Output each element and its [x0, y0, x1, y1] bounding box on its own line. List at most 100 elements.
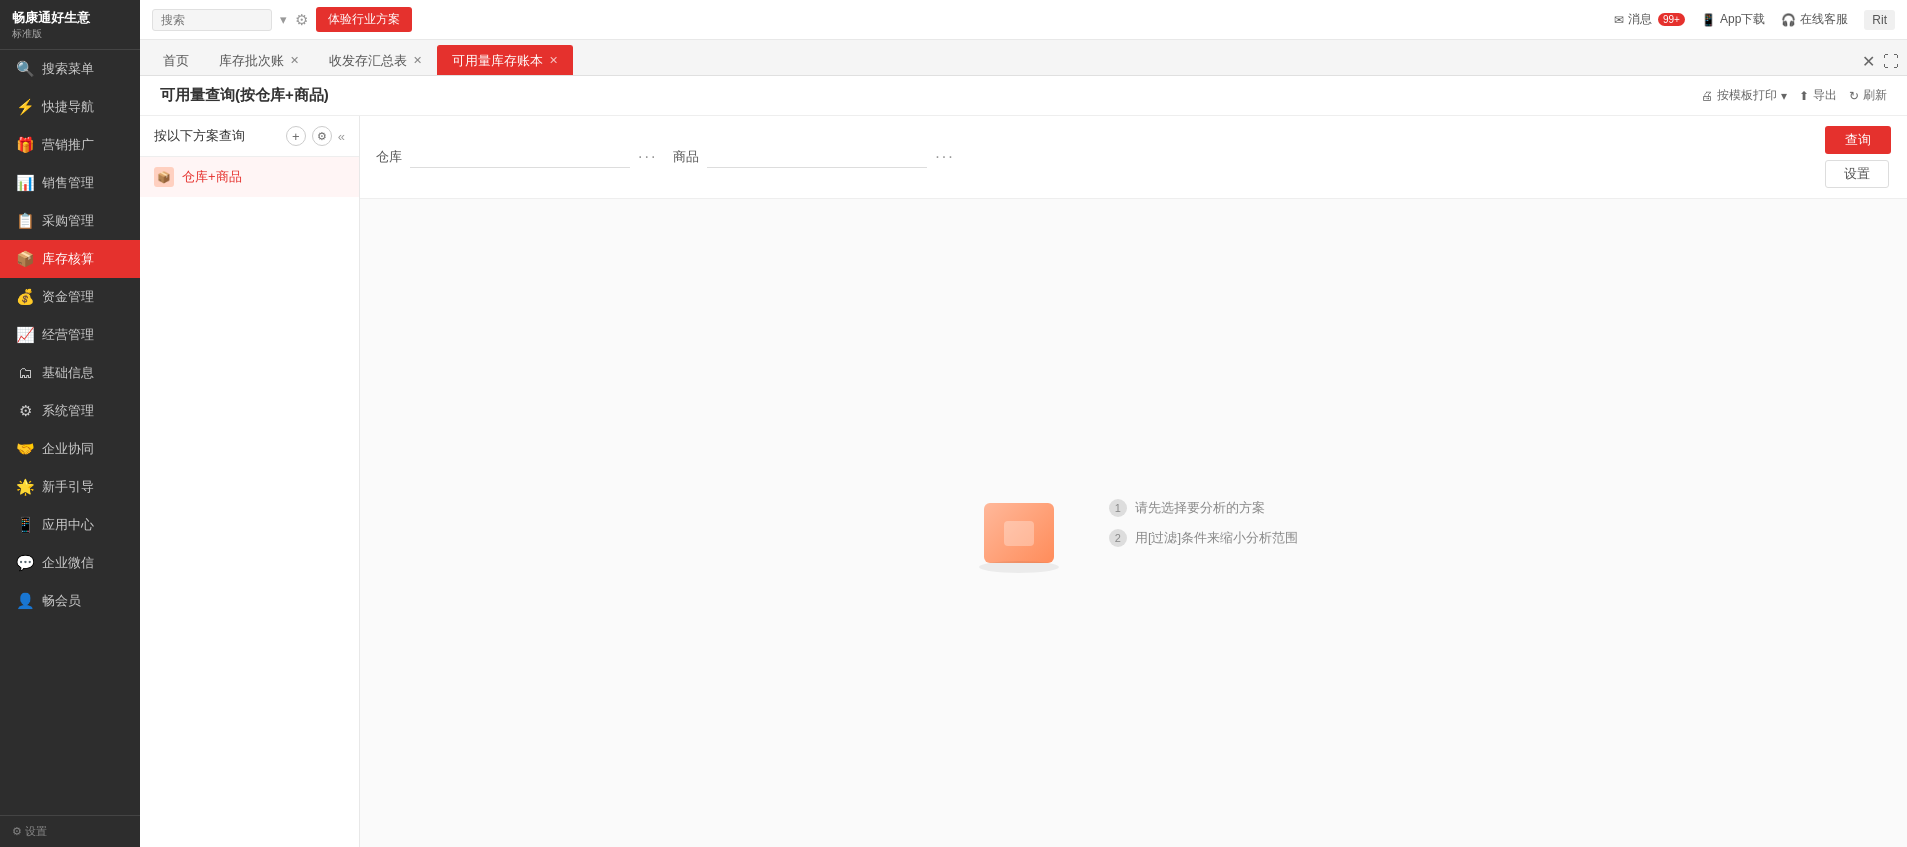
empty-hints: 1 请先选择要分析的方案 2 用[过滤]条件来缩小分析范围: [1109, 499, 1298, 547]
empty-hint-2: 2 用[过滤]条件来缩小分析范围: [1109, 529, 1298, 547]
tab-close-window-icon[interactable]: ✕: [1862, 52, 1875, 71]
filter-settings-button[interactable]: ⚙: [312, 126, 332, 146]
content-area: 按以下方案查询 + ⚙ « 📦 仓库+商品 仓库 ···: [140, 116, 1907, 847]
tab-home[interactable]: 首页: [148, 45, 204, 75]
refresh-button[interactable]: ↻ 刷新: [1849, 87, 1887, 104]
topbar-search-input[interactable]: [152, 9, 272, 31]
page-title: 可用量查询(按仓库+商品): [160, 86, 329, 105]
sidebar-item-inventory[interactable]: 📦 库存核算: [0, 240, 140, 278]
sidebar-item-purchase[interactable]: 📋 采购管理: [0, 202, 140, 240]
topbar: ▾ ⚙ 体验行业方案 ✉ 消息 99+ 📱 App下载 🎧 在线客服 Rit: [140, 0, 1907, 40]
sidebar-item-search[interactable]: 🔍 搜索菜单: [0, 50, 140, 88]
app-download-label: App下载: [1720, 11, 1765, 28]
sidebar-item-wechat[interactable]: 💬 企业微信: [0, 544, 140, 582]
user-profile-button[interactable]: Rit: [1864, 10, 1895, 30]
filter-add-button[interactable]: +: [286, 126, 306, 146]
message-label: 消息: [1628, 11, 1652, 28]
message-icon: ✉: [1614, 13, 1624, 27]
app-center-icon: 📱: [16, 516, 34, 534]
sidebar-item-app-center[interactable]: 📱 应用中心: [0, 506, 140, 544]
filter-item-warehouse-product[interactable]: 📦 仓库+商品: [140, 157, 359, 197]
empty-box-graphic: [984, 503, 1054, 563]
empty-box-face: [1004, 521, 1034, 546]
topbar-gear-icon[interactable]: ⚙: [295, 11, 308, 29]
export-button[interactable]: ⬆ 导出: [1799, 87, 1837, 104]
tab-label-home: 首页: [163, 52, 189, 70]
sidebar-item-operation[interactable]: 📈 经营管理: [0, 316, 140, 354]
warehouse-input[interactable]: [410, 146, 630, 168]
tab-available-ledger[interactable]: 可用量库存账本 ✕: [437, 45, 573, 75]
export-label: 导出: [1813, 87, 1837, 104]
app-download-button[interactable]: 📱 App下载: [1701, 11, 1765, 28]
sidebar-item-label-marketing: 营销推广: [42, 136, 94, 154]
filter-item-icon-warehouse-product: 📦: [154, 167, 174, 187]
tab-expand-icon[interactable]: ⛶: [1883, 53, 1899, 71]
sidebar-item-newbie[interactable]: 🌟 新手引导: [0, 468, 140, 506]
search-icon: 🔍: [16, 60, 34, 78]
sidebar-item-marketing[interactable]: 🎁 营销推广: [0, 126, 140, 164]
filter-panel-header: 按以下方案查询 + ⚙ «: [140, 116, 359, 157]
topbar-arrow-icon[interactable]: ▾: [280, 12, 287, 27]
basic-icon: 🗂: [16, 364, 34, 381]
newbie-icon: 🌟: [16, 478, 34, 496]
tab-label-available-ledger: 可用量库存账本: [452, 52, 543, 70]
message-button[interactable]: ✉ 消息 99+: [1614, 11, 1685, 28]
sidebar-item-system[interactable]: ⚙ 系统管理: [0, 392, 140, 430]
app-subtitle: 标准版: [12, 27, 128, 41]
trial-button[interactable]: 体验行业方案: [316, 7, 412, 32]
tab-batch-account[interactable]: 库存批次账 ✕: [204, 45, 314, 75]
wechat-icon: 💬: [16, 554, 34, 572]
purchase-icon: 📋: [16, 212, 34, 230]
app-title: 畅康通好生意: [12, 10, 128, 27]
sidebar-item-basic[interactable]: 🗂 基础信息: [0, 354, 140, 392]
filter-panel-title: 按以下方案查询: [154, 127, 280, 145]
sales-icon: 📊: [16, 174, 34, 192]
print-dropdown-icon: ▾: [1781, 89, 1787, 103]
sidebar-bottom[interactable]: ⚙ 设置: [0, 815, 140, 847]
sidebar-item-label-sales: 销售管理: [42, 174, 94, 192]
online-service-icon: 🎧: [1781, 13, 1796, 27]
query-action-buttons: 查询 设置: [1825, 126, 1891, 188]
query-bar: 仓库 ··· 商品 ··· 查询 设置: [360, 116, 1907, 199]
filter-item-label-warehouse-product: 仓库+商品: [182, 168, 242, 186]
export-icon: ⬆: [1799, 89, 1809, 103]
online-service-button[interactable]: 🎧 在线客服: [1781, 11, 1848, 28]
tab-close-stock-summary[interactable]: ✕: [413, 54, 422, 67]
sidebar-item-label-member: 畅会员: [42, 592, 81, 610]
tab-close-available-ledger[interactable]: ✕: [549, 54, 558, 67]
tab-stock-summary[interactable]: 收发存汇总表 ✕: [314, 45, 437, 75]
query-submit-button[interactable]: 查询: [1825, 126, 1891, 154]
page-header-actions: 🖨 按模板打印 ▾ ⬆ 导出 ↻ 刷新: [1701, 87, 1887, 104]
sidebar-item-label-enterprise: 企业协同: [42, 440, 94, 458]
sidebar-item-label-basic: 基础信息: [42, 364, 94, 382]
warehouse-label: 仓库: [376, 148, 402, 166]
finance-icon: 💰: [16, 288, 34, 306]
sidebar-item-enterprise[interactable]: 🤝 企业协同: [0, 430, 140, 468]
print-button[interactable]: 🖨 按模板打印 ▾: [1701, 87, 1787, 104]
warehouse-field: 仓库 ···: [376, 146, 657, 168]
tab-close-batch-account[interactable]: ✕: [290, 54, 299, 67]
tab-label-batch-account: 库存批次账: [219, 52, 284, 70]
member-icon: 👤: [16, 592, 34, 610]
tab-label-stock-summary: 收发存汇总表: [329, 52, 407, 70]
sidebar-item-sales[interactable]: 📊 销售管理: [0, 164, 140, 202]
query-settings-button[interactable]: 设置: [1825, 160, 1889, 188]
app-download-icon: 📱: [1701, 13, 1716, 27]
system-icon: ⚙: [16, 402, 34, 420]
filter-panel: 按以下方案查询 + ⚙ « 📦 仓库+商品: [140, 116, 360, 847]
shortcut-icon: ⚡: [16, 98, 34, 116]
sidebar-item-label-inventory: 库存核算: [42, 250, 94, 268]
sidebar-item-member[interactable]: 👤 畅会员: [0, 582, 140, 620]
empty-shadow: [979, 561, 1059, 573]
product-input[interactable]: [707, 146, 927, 168]
user-name: Rit: [1872, 13, 1887, 27]
sidebar-logo: 畅康通好生意 标准版: [0, 0, 140, 50]
right-content: 仓库 ··· 商品 ··· 查询 设置: [360, 116, 1907, 847]
sidebar-item-shortcut[interactable]: ⚡ 快捷导航: [0, 88, 140, 126]
sidebar-item-label-newbie: 新手引导: [42, 478, 94, 496]
topbar-right: ✉ 消息 99+ 📱 App下载 🎧 在线客服 Rit: [1614, 10, 1895, 30]
product-dots[interactable]: ···: [935, 148, 954, 166]
filter-collapse-button[interactable]: «: [338, 129, 345, 144]
sidebar-item-finance[interactable]: 💰 资金管理: [0, 278, 140, 316]
warehouse-dots[interactable]: ···: [638, 148, 657, 166]
